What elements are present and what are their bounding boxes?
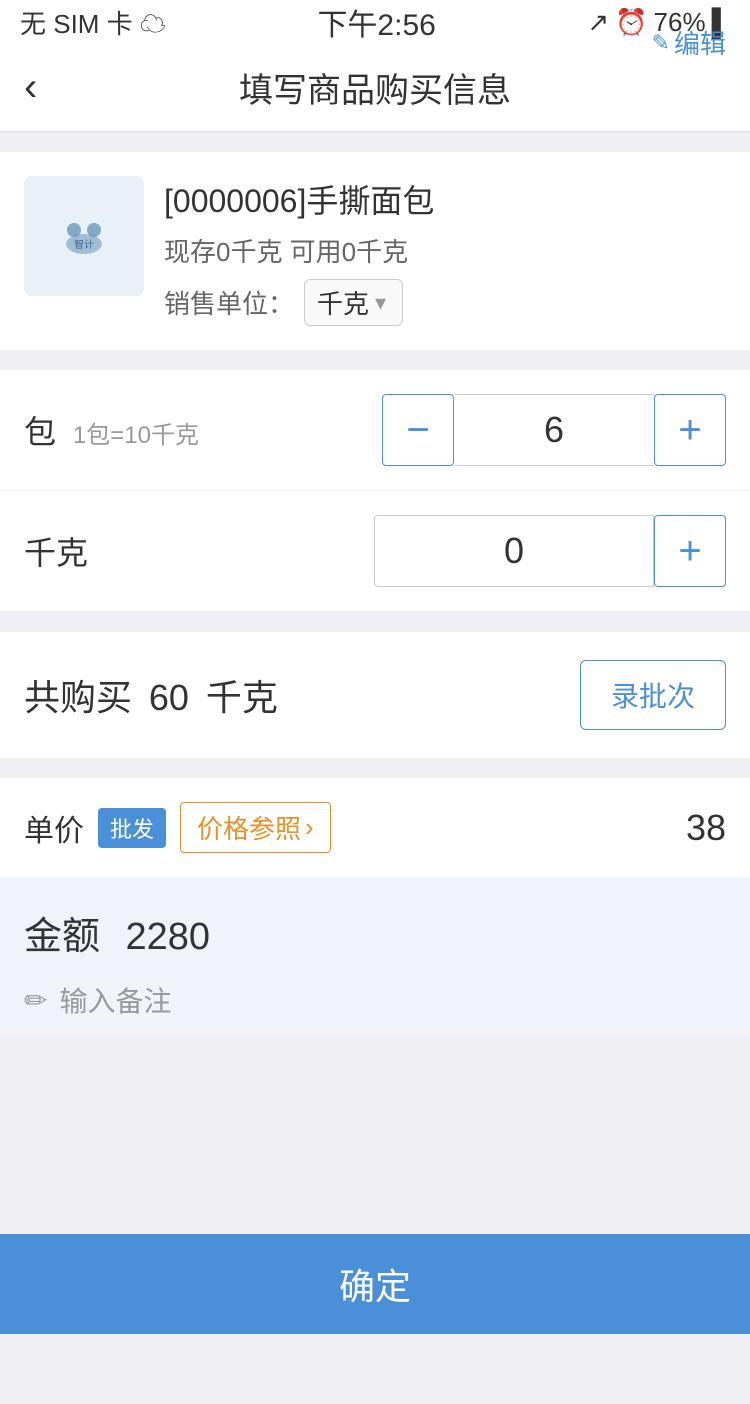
product-unit: 销售单位： 千克 ▾ [164, 279, 726, 326]
total-prefix: 共购买 [24, 677, 132, 718]
amount-row: 金额 2280 [24, 905, 726, 960]
price-ref-icon: › [305, 812, 314, 843]
bao-decrement-button[interactable]: − [382, 394, 454, 466]
separator-1 [0, 350, 750, 370]
batch-button-label: 录批次 [611, 681, 695, 712]
kg-qty-control: + [374, 515, 726, 587]
back-icon: ‹ [24, 65, 37, 109]
bao-input-section: 包 1包=10千克 − + 千克 + [0, 370, 750, 612]
product-info: [0000006]手撕面包 现存0千克 可用0千克 销售单位： 千克 ▾ [164, 176, 726, 326]
confirm-bar[interactable]: 确定 [0, 1234, 750, 1334]
price-section: 单价 批发 价格参照 › 38 [0, 778, 750, 877]
nav-bar: ‹ 填写商品购买信息 [0, 44, 750, 132]
kg-increment-button[interactable]: + [654, 515, 726, 587]
status-bar-time: 下午2:56 [317, 0, 435, 44]
batch-button[interactable]: 录批次 [580, 660, 726, 730]
back-button[interactable]: ‹ [24, 65, 37, 110]
total-row: 共购买 60 千克 录批次 [0, 632, 750, 758]
product-name: [0000006]手撕面包 [164, 176, 726, 222]
product-logo-icon: 智计 [54, 206, 114, 266]
status-bar-left: 无 SIM 卡 ☁ [20, 4, 166, 41]
price-value: 38 [686, 807, 726, 849]
bao-qty-control: − + [382, 394, 726, 466]
total-unit: 千克 [206, 677, 278, 718]
unit-selector[interactable]: 千克 ▾ [304, 279, 403, 326]
price-ref-button[interactable]: 价格参照 › [180, 802, 331, 853]
bao-label: 包 1包=10千克 [24, 407, 382, 453]
product-card: 智计 [0000006]手撕面包 现存0千克 可用0千克 销售单位： 千克 ▾ … [0, 152, 750, 350]
bao-sublabel: 1包=10千克 [73, 422, 199, 449]
remark-row[interactable]: ✏ 输入备注 [24, 980, 726, 1020]
amount-label: 金额 [24, 916, 100, 958]
bao-input-row: 包 1包=10千克 − + [0, 370, 750, 491]
alarm-icon: ⏰ [615, 7, 647, 38]
confirm-button-label: 确定 [339, 1258, 411, 1310]
price-label: 单价 [24, 806, 84, 850]
separator-3 [0, 758, 750, 778]
product-stock: 现存0千克 可用0千克 [164, 232, 726, 269]
kg-qty-input[interactable] [374, 515, 654, 587]
svg-text:智计: 智计 [74, 238, 94, 251]
kg-label: 千克 [24, 528, 374, 574]
bottom-area [0, 1034, 750, 1404]
price-left: 单价 批发 价格参照 › [24, 802, 331, 853]
edit-label: 编辑 [674, 24, 726, 61]
total-text: 共购买 60 千克 [24, 669, 278, 721]
status-bar: 无 SIM 卡 ☁ 下午2:56 ↗ ⏰ 76% ▌ [0, 0, 750, 44]
unit-dropdown-icon: ▾ [375, 290, 386, 316]
bao-increment-button[interactable]: + [654, 394, 726, 466]
page-title: 填写商品购买信息 [239, 63, 511, 112]
product-image: 智计 [24, 176, 144, 296]
edit-icon: ✎ [652, 30, 670, 56]
sim-status: 无 SIM 卡 ☁ [20, 4, 166, 41]
location-icon: ↗ [587, 7, 609, 38]
price-ref-label: 价格参照 [197, 809, 301, 846]
amount-section: 金额 2280 ✏ 输入备注 [0, 877, 750, 1034]
kg-input-row: 千克 + [0, 491, 750, 612]
unit-label: 销售单位： [164, 284, 294, 321]
remark-placeholder: 输入备注 [59, 980, 171, 1020]
remark-icon: ✏ [24, 984, 47, 1017]
unit-value: 千克 [317, 284, 369, 321]
separator-2 [0, 612, 750, 632]
amount-value: 2280 [125, 916, 210, 958]
bao-qty-input[interactable] [454, 394, 654, 466]
edit-button[interactable]: ✎ 编辑 [652, 24, 726, 61]
price-tag: 批发 [98, 808, 166, 848]
total-value: 60 [149, 677, 189, 718]
